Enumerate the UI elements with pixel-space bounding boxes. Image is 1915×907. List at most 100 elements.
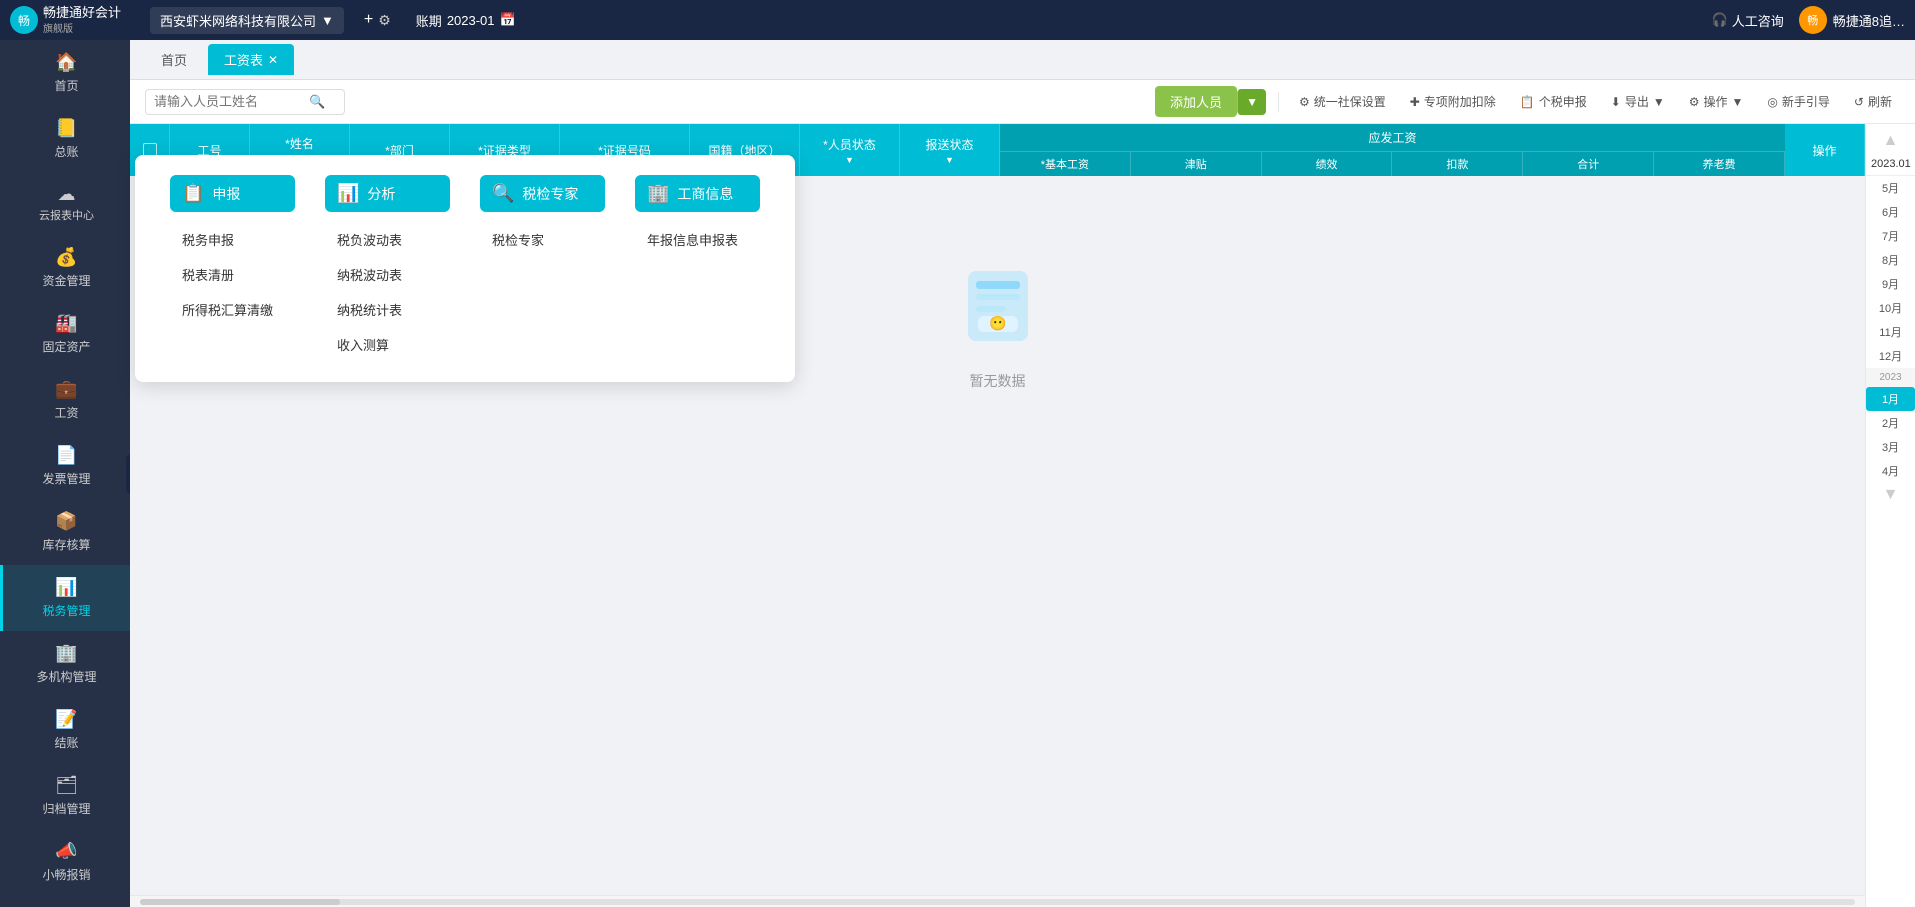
th-status-label: *人员状态 bbox=[823, 136, 876, 153]
sidebar: 🏠 首页 📒 总账 ☁ 云报表中心 💰 资金管理 🏭 固定资产 💼 工资 📄 发… bbox=[0, 40, 130, 907]
sidebar-item-ledger[interactable]: 📒 总账 bbox=[0, 106, 130, 172]
sidebar-item-assets[interactable]: 🏭 固定资产 bbox=[0, 301, 130, 367]
ledger-icon: 📒 bbox=[55, 118, 77, 139]
funds-icon: 💰 bbox=[55, 247, 77, 268]
th-salary-group-label: 应发工资 bbox=[1000, 124, 1785, 152]
company-selector[interactable]: 西安虾米网络科技有限公司 ▼ bbox=[150, 7, 344, 34]
tab-salary-close[interactable]: ✕ bbox=[268, 53, 278, 67]
sidebar-label-expense: 小畅报销 bbox=[42, 866, 90, 883]
item-tax-burden[interactable]: 税负波动表 bbox=[325, 222, 450, 257]
year-2023-label: 2023 bbox=[1866, 368, 1915, 387]
shenba-icon: 📋 bbox=[182, 183, 204, 204]
month-11[interactable]: 11月 bbox=[1866, 320, 1915, 344]
add-person-btn[interactable]: 添加人员 bbox=[1155, 86, 1237, 117]
section-zhuanjia: 🔍 税检专家 税检专家 bbox=[465, 175, 620, 362]
month-10[interactable]: 10月 bbox=[1866, 296, 1915, 320]
month-8[interactable]: 8月 bbox=[1866, 248, 1915, 272]
section-shenba-header: 📋 申报 bbox=[170, 175, 295, 212]
empty-text: 暂无数据 bbox=[970, 371, 1026, 391]
month-5[interactable]: 5月 bbox=[1866, 176, 1915, 200]
th-salary-group: 应发工资 *基本工资 津贴 绩效 扣款 合计 养老费 bbox=[1000, 124, 1785, 176]
th-report-status: 报送状态 ▼ bbox=[900, 124, 1000, 176]
sidebar-item-close[interactable]: 📝 结账 bbox=[0, 697, 130, 763]
month-7[interactable]: 7月 bbox=[1866, 224, 1915, 248]
refresh-label: 刷新 bbox=[1868, 93, 1892, 110]
shenba-label: 申报 bbox=[212, 184, 240, 204]
service-btn[interactable]: 🎧 人工咨询 bbox=[1712, 11, 1784, 30]
search-input[interactable] bbox=[154, 94, 304, 109]
social-security-btn[interactable]: ⚙ 统一社保设置 bbox=[1291, 89, 1394, 114]
th-report-status-label: 报送状态 bbox=[925, 136, 973, 153]
company-name: 西安虾米网络科技有限公司 bbox=[160, 11, 316, 30]
section-fenxi: 📊 分析 税负波动表 纳税波动表 纳税统计表 收入测算 bbox=[310, 175, 465, 362]
th-action: 操作 bbox=[1785, 124, 1865, 176]
sidebar-item-settings[interactable]: ⚙ 基础设置 bbox=[0, 895, 130, 907]
panel-nav-up[interactable]: ▲ bbox=[1880, 129, 1902, 153]
refresh-btn[interactable]: ↺ 刷新 bbox=[1846, 89, 1900, 114]
month-12[interactable]: 12月 bbox=[1866, 344, 1915, 368]
sidebar-item-multi[interactable]: 🏢 多机构管理 bbox=[0, 631, 130, 697]
item-tax-form[interactable]: 税表清册 bbox=[170, 257, 295, 292]
th-action-label: 操作 bbox=[1812, 142, 1836, 159]
sidebar-item-expense[interactable]: 📣 小畅报销 bbox=[0, 829, 130, 895]
sidebar-item-home[interactable]: 🏠 首页 bbox=[0, 40, 130, 106]
tax-icon: 📊 bbox=[55, 577, 77, 598]
sidebar-item-funds[interactable]: 💰 资金管理 bbox=[0, 235, 130, 301]
month-3[interactable]: 3月 bbox=[1866, 435, 1915, 459]
search-box[interactable]: 🔍 bbox=[145, 89, 345, 115]
calendar-icon[interactable]: 📅 bbox=[500, 12, 516, 28]
month-9[interactable]: 9月 bbox=[1866, 272, 1915, 296]
item-tax-report[interactable]: 税务申报 bbox=[170, 222, 295, 257]
top-bar-right: 🎧 人工咨询 畅 畅捷通8追… bbox=[1712, 6, 1905, 34]
tab-bar: 首页 工资表 ✕ bbox=[130, 40, 1915, 80]
right-panel: ▲ 2023.01 5月 6月 7月 8月 9月 10月 11月 12月 202… bbox=[1865, 124, 1915, 907]
cloud-icon: ☁ bbox=[58, 184, 76, 205]
month-4[interactable]: 4月 bbox=[1866, 459, 1915, 483]
add-icon[interactable]: + bbox=[364, 11, 373, 29]
add-person-dropdown[interactable]: ▼ bbox=[1237, 89, 1266, 115]
item-annual-report[interactable]: 年报信息申报表 bbox=[635, 222, 760, 257]
sidebar-item-invoice[interactable]: 📄 发票管理 bbox=[0, 433, 130, 499]
guide-btn[interactable]: ◎ 新手引导 bbox=[1759, 89, 1838, 114]
item-tax-wave[interactable]: 纳税波动表 bbox=[325, 257, 450, 292]
tax-report-btn[interactable]: 📋 个税申报 bbox=[1512, 89, 1595, 114]
section-zhuanjia-header: 🔍 税检专家 bbox=[480, 175, 605, 212]
operations-btn[interactable]: ⚙ 操作 ▼ bbox=[1681, 89, 1752, 114]
tab-salary[interactable]: 工资表 ✕ bbox=[208, 44, 294, 75]
sidebar-item-salary[interactable]: 💼 工资 bbox=[0, 367, 130, 433]
sidebar-item-archive[interactable]: 🗂 归档管理 bbox=[0, 763, 130, 829]
assets-icon: 🏭 bbox=[55, 313, 77, 334]
tab-home[interactable]: 首页 bbox=[145, 44, 203, 75]
divider-1 bbox=[1278, 92, 1279, 112]
item-income-calc[interactable]: 收入测算 bbox=[325, 327, 450, 362]
company-dropdown-icon: ▼ bbox=[321, 13, 334, 28]
export-btn[interactable]: ⬇ 导出 ▼ bbox=[1603, 89, 1673, 114]
operations-label: 操作 bbox=[1704, 93, 1728, 110]
period-label: 账期 bbox=[416, 11, 442, 30]
settings-icon[interactable]: ⚙ bbox=[378, 12, 391, 29]
sidebar-collapse-btn[interactable]: ‹ bbox=[126, 454, 130, 494]
app-subtitle: 旗舰版 bbox=[43, 20, 121, 35]
fenxi-icon: 📊 bbox=[337, 183, 359, 204]
scrollbar-thumb[interactable] bbox=[140, 899, 340, 905]
add-btn-group: 添加人员 ▼ bbox=[1155, 86, 1266, 117]
item-tax-check[interactable]: 税检专家 bbox=[480, 222, 605, 257]
item-tax-stats[interactable]: 纳税统计表 bbox=[325, 292, 450, 327]
month-2[interactable]: 2月 bbox=[1866, 411, 1915, 435]
scrollbar-area[interactable] bbox=[130, 895, 1865, 907]
month-6[interactable]: 6月 bbox=[1866, 200, 1915, 224]
panel-nav-down[interactable]: ▼ bbox=[1880, 483, 1902, 507]
sidebar-item-tax[interactable]: 📊 税务管理 bbox=[0, 565, 130, 631]
guide-label: 新手引导 bbox=[1782, 93, 1830, 110]
th-name-label: *姓名 bbox=[285, 135, 314, 152]
sidebar-item-cloud[interactable]: ☁ 云报表中心 bbox=[0, 172, 130, 235]
special-deduct-btn[interactable]: ✚ 专项附加扣除 bbox=[1402, 89, 1504, 114]
export-icon: ⬇ bbox=[1611, 95, 1621, 109]
gongshang-label: 工商信息 bbox=[677, 184, 733, 204]
export-label: 导出 bbox=[1625, 93, 1649, 110]
month-1-current[interactable]: 1月 bbox=[1866, 387, 1915, 411]
sidebar-item-inventory[interactable]: 📦 库存核算 bbox=[0, 499, 130, 565]
social-security-icon: ⚙ bbox=[1299, 95, 1310, 109]
user-area[interactable]: 畅 畅捷通8追… bbox=[1799, 6, 1905, 34]
item-income-clear[interactable]: 所得税汇算清缴 bbox=[170, 292, 295, 327]
